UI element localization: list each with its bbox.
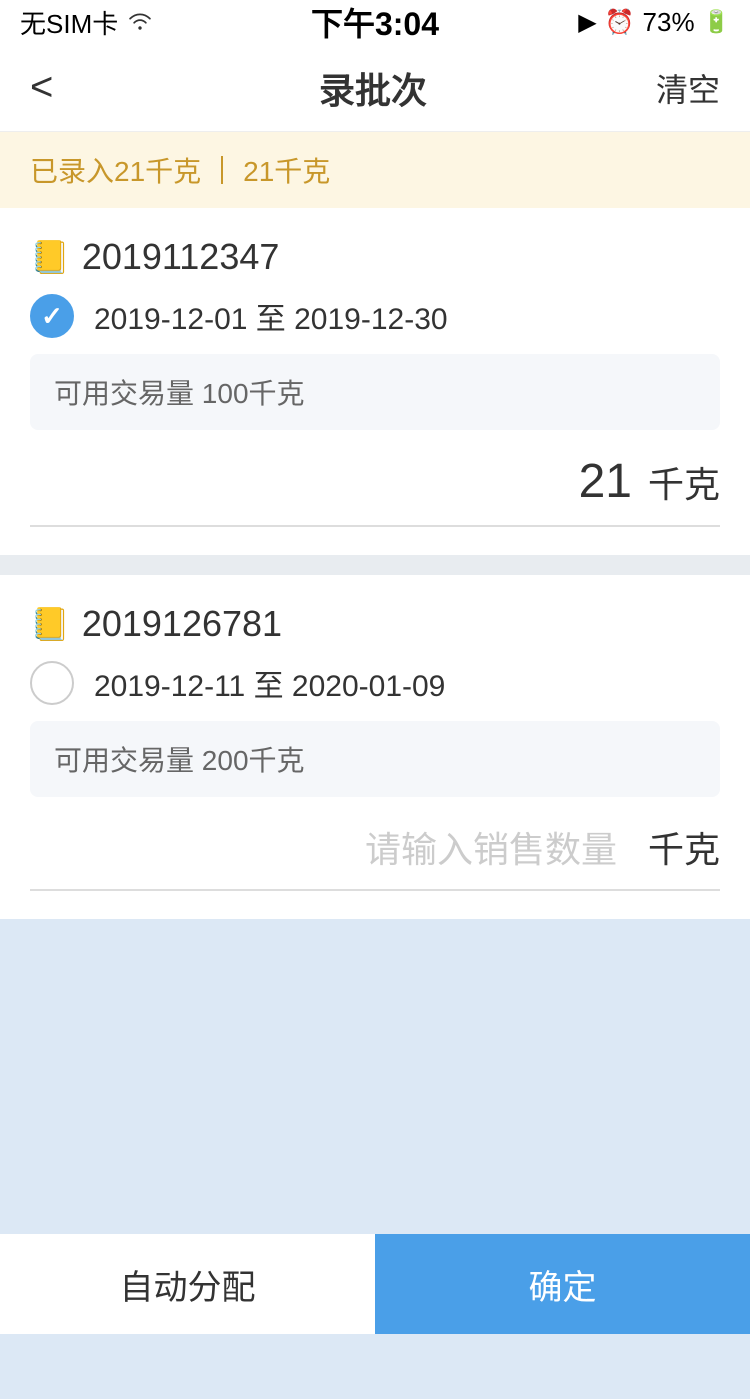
- carrier-text: 无SIM卡: [20, 4, 118, 41]
- batch-2-radio[interactable]: [30, 661, 74, 705]
- batch-2-divider: [30, 889, 720, 891]
- batch-2-available: 可用交易量 200千克: [30, 721, 720, 797]
- confirm-button[interactable]: 确定: [375, 1234, 750, 1334]
- batch-1-divider: [30, 525, 720, 527]
- doc-icon-1: 📒: [30, 238, 70, 276]
- auto-distribute-button[interactable]: 自动分配: [0, 1234, 375, 1334]
- summary-divider: [221, 156, 223, 184]
- battery-text: 73%: [643, 7, 695, 38]
- summary-value: 21千克: [243, 150, 330, 190]
- batch-1-radio[interactable]: ✓: [30, 294, 74, 338]
- alarm-icon: ⏰: [605, 8, 635, 37]
- batch-2-header-area: 📒 2019126781 2019-12-11 至 2020-01-09 可用交…: [0, 575, 750, 797]
- batch-1-unit: 千克: [648, 456, 720, 508]
- batch-1-quantity-row: 21 千克: [0, 430, 750, 509]
- batch-2-date-row[interactable]: 2019-12-11 至 2020-01-09: [30, 661, 720, 705]
- batch-item-2: 📒 2019126781 2019-12-11 至 2020-01-09 可用交…: [0, 575, 750, 919]
- batch-item-1: 📒 2019112347 ✓ 2019-12-01 至 2019-12-30 可…: [0, 208, 750, 555]
- checkmark-icon: ✓: [41, 301, 63, 332]
- batch-1-available: 可用交易量 100千克: [30, 354, 720, 430]
- bottom-bar: 自动分配 确定: [0, 1234, 750, 1334]
- batch-1-id-row: 📒 2019112347: [30, 236, 720, 278]
- batch-2-input-row[interactable]: 千克: [0, 797, 750, 873]
- status-left: 无SIM卡: [20, 4, 154, 41]
- summary-bar: 已录入21千克 21千克: [0, 132, 750, 208]
- batch-1-available-text: 可用交易量 100千克: [54, 378, 305, 409]
- nav-bar: < 录批次 清空: [0, 44, 750, 132]
- location-icon: ▶: [578, 8, 596, 37]
- doc-icon-2: 📒: [30, 605, 70, 643]
- batch-2-quantity-input[interactable]: [30, 829, 632, 871]
- batch-1-quantity: 21: [579, 454, 632, 509]
- status-right: ▶ ⏰ 73% 🔋: [578, 7, 730, 38]
- section-gap: [0, 555, 750, 575]
- batch-2-id-row: 📒 2019126781: [30, 603, 720, 645]
- summary-label: 已录入21千克: [30, 150, 201, 190]
- batch-2-date: 2019-12-11 至 2020-01-09: [94, 661, 445, 705]
- page-title: 录批次: [319, 62, 427, 114]
- batch-1-date-row[interactable]: ✓ 2019-12-01 至 2019-12-30: [30, 294, 720, 338]
- status-time: 下午3:04: [311, 0, 439, 45]
- batch-1-id: 2019112347: [82, 236, 280, 278]
- clear-button[interactable]: 清空: [656, 65, 720, 111]
- batch-2-unit: 千克: [648, 821, 720, 873]
- back-button[interactable]: <: [30, 65, 90, 110]
- batch-2-available-text: 可用交易量 200千克: [54, 745, 305, 776]
- batch-1-date: 2019-12-01 至 2019-12-30: [94, 294, 448, 338]
- battery-icon: 🔋: [703, 9, 730, 35]
- batch-1-header-area: 📒 2019112347 ✓ 2019-12-01 至 2019-12-30 可…: [0, 208, 750, 430]
- wifi-icon: [126, 7, 154, 38]
- status-bar: 无SIM卡 下午3:04 ▶ ⏰ 73% 🔋: [0, 0, 750, 44]
- batch-2-id: 2019126781: [82, 603, 282, 645]
